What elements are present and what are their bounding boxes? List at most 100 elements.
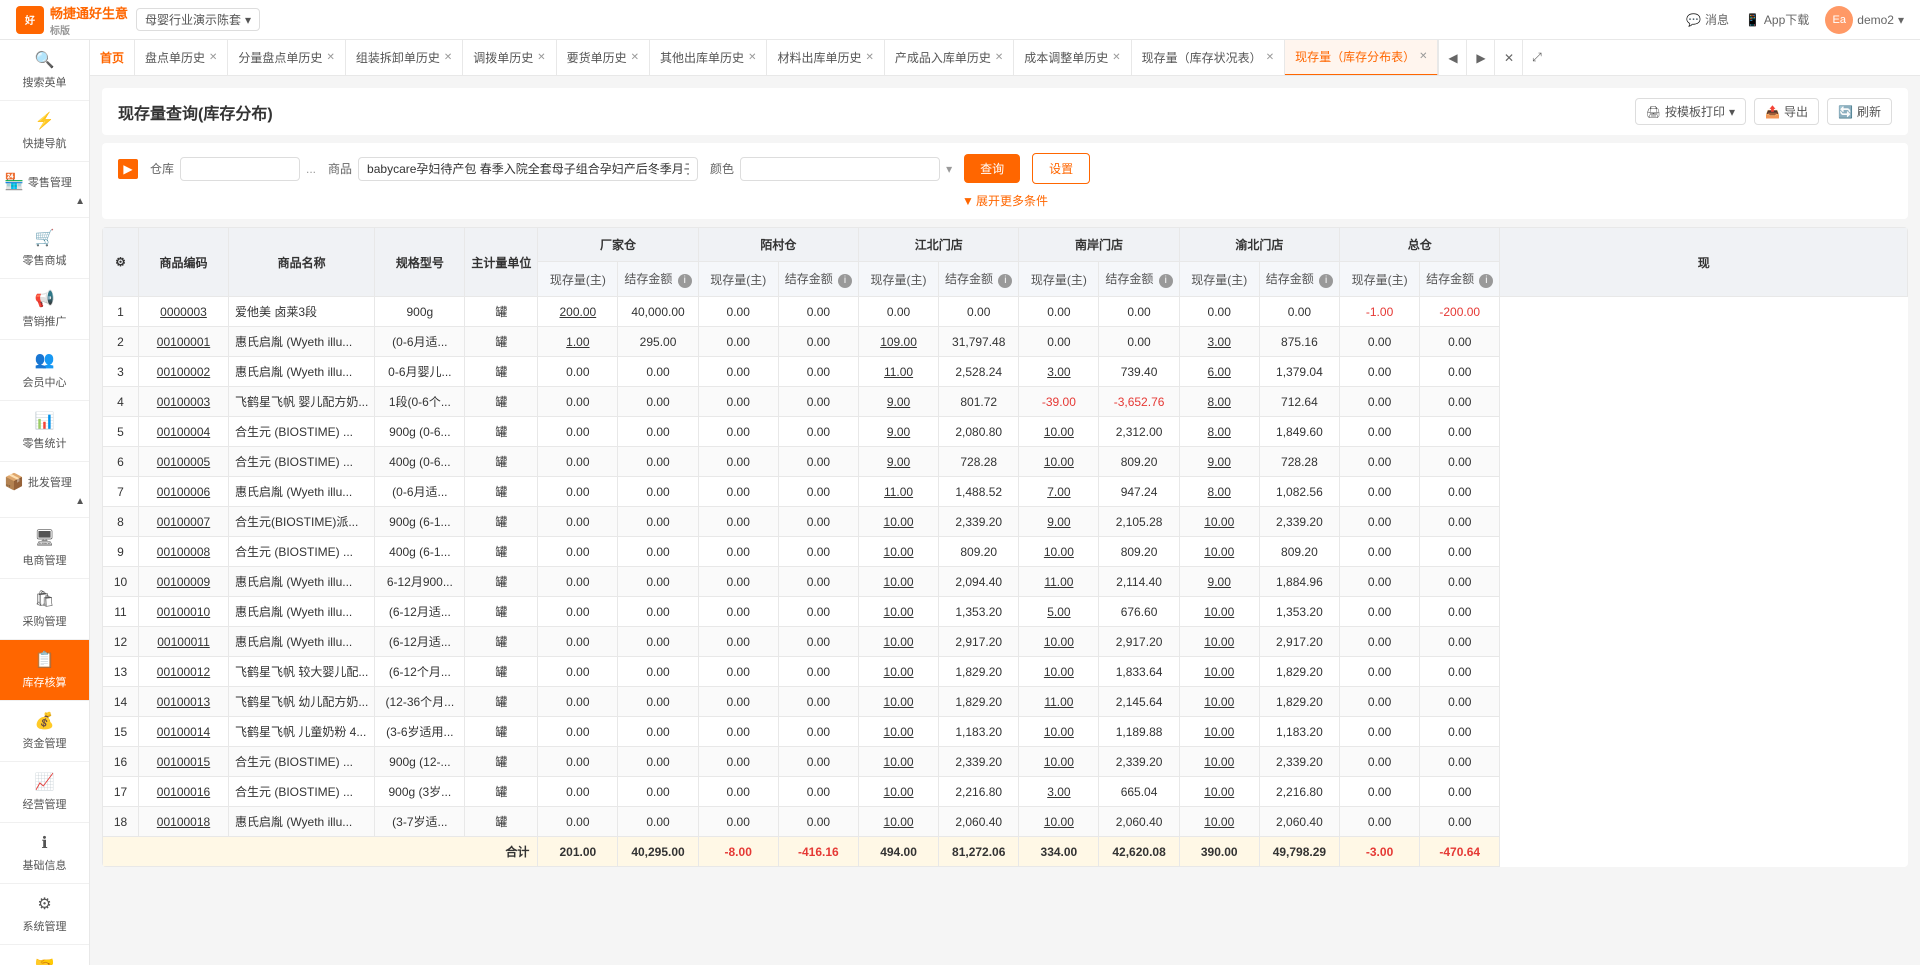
- query-button[interactable]: 查询: [964, 154, 1020, 183]
- cell-code-11[interactable]: 00100011: [139, 627, 229, 657]
- sidebar-item-11[interactable]: 💰资金管理: [0, 701, 89, 762]
- cell-qty-6-3[interactable]: 7.00: [1019, 477, 1099, 507]
- tab-close-7[interactable]: ✕: [865, 52, 873, 63]
- cell-code-12[interactable]: 00100012: [139, 657, 229, 687]
- sidebar-item-9[interactable]: 🛍采购管理: [0, 579, 89, 640]
- cell-qty-3-2[interactable]: 9.00: [859, 387, 939, 417]
- cell-qty-9-2[interactable]: 10.00: [859, 567, 939, 597]
- tab-t5[interactable]: 要货单历史✕: [557, 40, 650, 76]
- cell-qty-12-3[interactable]: 10.00: [1019, 657, 1099, 687]
- cell-qty-12-4[interactable]: 10.00: [1179, 657, 1259, 687]
- cell-qty-6-4[interactable]: 8.00: [1179, 477, 1259, 507]
- cell-qty-2-3[interactable]: 3.00: [1019, 357, 1099, 387]
- sidebar-item-7[interactable]: 📦批发管理▲: [0, 462, 89, 518]
- info-icon-4[interactable]: i: [1159, 274, 1173, 288]
- sidebar-item-2[interactable]: 🏪零售管理▲: [0, 162, 89, 218]
- cell-qty-4-4[interactable]: 8.00: [1179, 417, 1259, 447]
- cell-qty-5-2[interactable]: 9.00: [859, 447, 939, 477]
- tab-t3[interactable]: 组装拆卸单历史✕: [346, 40, 463, 76]
- cell-qty-8-4[interactable]: 10.00: [1179, 537, 1259, 567]
- cell-qty-3-3[interactable]: -39.00: [1019, 387, 1099, 417]
- cell-code-6[interactable]: 00100006: [139, 477, 229, 507]
- cell-qty-8-2[interactable]: 10.00: [859, 537, 939, 567]
- tab-nav-btn-2[interactable]: ✕: [1494, 40, 1522, 76]
- cell-code-7[interactable]: 00100007: [139, 507, 229, 537]
- sidebar-item-6[interactable]: 📊零售统计: [0, 401, 89, 462]
- cell-code-1[interactable]: 00100001: [139, 327, 229, 357]
- tab-nav-btn-1[interactable]: ▶: [1466, 40, 1494, 76]
- tab-close-8[interactable]: ✕: [995, 52, 1003, 63]
- user-menu[interactable]: Ea demo2 ▾: [1825, 6, 1904, 34]
- tab-t1[interactable]: 盘点单历史✕: [135, 40, 228, 76]
- settings-button[interactable]: 设置: [1032, 153, 1090, 184]
- tab-home[interactable]: 首页: [90, 40, 135, 76]
- cell-qty-15-4[interactable]: 10.00: [1179, 747, 1259, 777]
- cell-code-5[interactable]: 00100005: [139, 447, 229, 477]
- tab-t2[interactable]: 分量盘点单历史✕: [228, 40, 345, 76]
- cell-qty-17-3[interactable]: 10.00: [1019, 807, 1099, 837]
- cell-code-13[interactable]: 00100013: [139, 687, 229, 717]
- cell-code-3[interactable]: 00100003: [139, 387, 229, 417]
- tab-close-10[interactable]: ✕: [1266, 52, 1274, 63]
- app-download-button[interactable]: 📱 App下载: [1745, 11, 1809, 28]
- warehouse-input[interactable]: [180, 157, 300, 181]
- cell-qty-10-2[interactable]: 10.00: [859, 597, 939, 627]
- tab-nav-btn-0[interactable]: ◀: [1438, 40, 1466, 76]
- tab-t8[interactable]: 产成品入库单历史✕: [885, 40, 1014, 76]
- cell-qty-5-3[interactable]: 10.00: [1019, 447, 1099, 477]
- message-button[interactable]: 💬 消息: [1686, 11, 1729, 28]
- info-icon-1[interactable]: i: [678, 274, 692, 288]
- cell-qty-15-2[interactable]: 10.00: [859, 747, 939, 777]
- cell-qty-14-3[interactable]: 10.00: [1019, 717, 1099, 747]
- cell-qty-9-3[interactable]: 11.00: [1019, 567, 1099, 597]
- cell-qty-11-2[interactable]: 10.00: [859, 627, 939, 657]
- tab-close-5[interactable]: ✕: [631, 52, 639, 63]
- sidebar-item-3[interactable]: 🛒零售商城: [0, 218, 89, 279]
- collapse-button[interactable]: ▶: [118, 159, 138, 179]
- sidebar-item-10[interactable]: 📋库存核算: [0, 640, 89, 701]
- cell-qty-3-4[interactable]: 8.00: [1179, 387, 1259, 417]
- cell-qty-16-3[interactable]: 3.00: [1019, 777, 1099, 807]
- refresh-button[interactable]: 🔄 刷新: [1827, 98, 1892, 125]
- cell-qty-10-3[interactable]: 5.00: [1019, 597, 1099, 627]
- cell-qty-13-4[interactable]: 10.00: [1179, 687, 1259, 717]
- tab-close-9[interactable]: ✕: [1112, 52, 1120, 63]
- cell-qty-1-4[interactable]: 3.00: [1179, 327, 1259, 357]
- info-icon-5[interactable]: i: [1319, 274, 1333, 288]
- cell-qty-1-0[interactable]: 1.00: [538, 327, 618, 357]
- cell-qty-9-4[interactable]: 9.00: [1179, 567, 1259, 597]
- tab-close-1[interactable]: ✕: [209, 52, 217, 63]
- cell-qty-5-4[interactable]: 9.00: [1179, 447, 1259, 477]
- cell-qty-11-3[interactable]: 10.00: [1019, 627, 1099, 657]
- cell-qty-15-3[interactable]: 10.00: [1019, 747, 1099, 777]
- cell-qty-4-2[interactable]: 9.00: [859, 417, 939, 447]
- cell-qty-2-2[interactable]: 11.00: [859, 357, 939, 387]
- cell-qty-17-2[interactable]: 10.00: [859, 807, 939, 837]
- cell-qty-14-2[interactable]: 10.00: [859, 717, 939, 747]
- cell-qty-2-4[interactable]: 6.00: [1179, 357, 1259, 387]
- sidebar-item-8[interactable]: 🖥电商管理: [0, 518, 89, 579]
- info-icon-3[interactable]: i: [998, 274, 1012, 288]
- cell-qty-11-4[interactable]: 10.00: [1179, 627, 1259, 657]
- cell-qty-0-0[interactable]: 200.00: [538, 297, 618, 327]
- cell-qty-13-2[interactable]: 10.00: [859, 687, 939, 717]
- tab-close-2[interactable]: ✕: [326, 52, 334, 63]
- tab-nav-btn-3[interactable]: ⤢: [1522, 40, 1550, 76]
- sidebar-item-4[interactable]: 📢营销推广: [0, 279, 89, 340]
- cell-qty-10-4[interactable]: 10.00: [1179, 597, 1259, 627]
- store-selector[interactable]: 母婴行业演示陈套 ▾: [136, 8, 260, 31]
- tab-t10[interactable]: 现存量（库存状况表）✕: [1132, 40, 1285, 76]
- cell-qty-1-2[interactable]: 109.00: [859, 327, 939, 357]
- warehouse-selector-icon[interactable]: ...: [306, 162, 316, 176]
- print-button[interactable]: 🖨 按模板打印 ▾: [1635, 98, 1746, 125]
- sidebar-item-14[interactable]: ⚙系统管理: [0, 884, 89, 945]
- cell-code-14[interactable]: 00100014: [139, 717, 229, 747]
- tab-close-4[interactable]: ✕: [537, 52, 545, 63]
- cell-qty-7-3[interactable]: 9.00: [1019, 507, 1099, 537]
- tab-close-11[interactable]: ✕: [1419, 51, 1427, 62]
- tab-t9[interactable]: 成本调整单历史✕: [1014, 40, 1131, 76]
- sidebar-item-0[interactable]: 🔍搜索英单: [0, 40, 89, 101]
- tab-t7[interactable]: 材料出库单历史✕: [767, 40, 884, 76]
- sidebar-item-15[interactable]: 🤝企业协同: [0, 945, 89, 965]
- cell-qty-13-3[interactable]: 11.00: [1019, 687, 1099, 717]
